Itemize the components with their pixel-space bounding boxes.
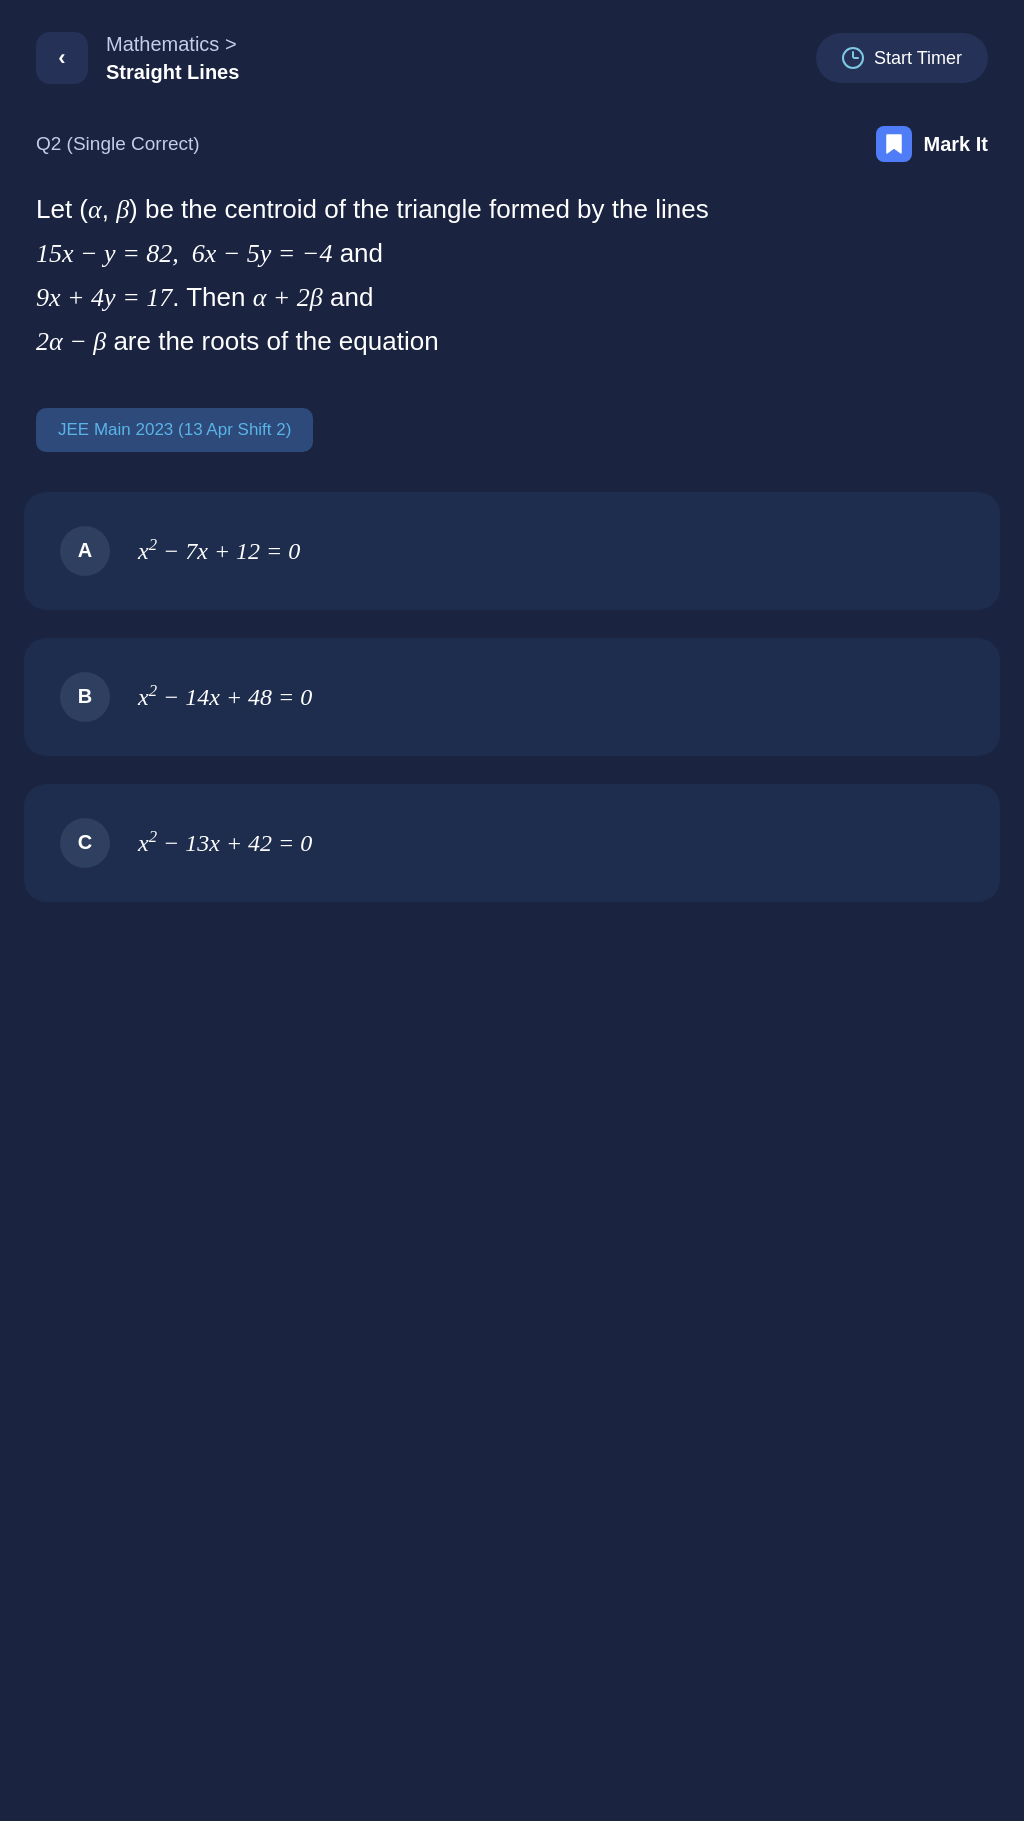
equation1: 15x − y = 82, 6x − 5y = −4 bbox=[36, 239, 332, 268]
question-body: Let (α, β) be the centroid of the triang… bbox=[0, 178, 1024, 388]
option-id-c: C bbox=[78, 831, 92, 854]
option-card-b[interactable]: B x2 − 14x + 48 = 0 bbox=[24, 638, 1000, 756]
option-id-b: B bbox=[78, 685, 92, 708]
breadcrumb-math: Mathematics > bbox=[106, 33, 237, 55]
tag-row: JEE Main 2023 (13 Apr Shift 2) bbox=[0, 388, 1024, 492]
alpha-symbol: α bbox=[88, 195, 102, 224]
mark-it-label: Mark It bbox=[924, 133, 988, 156]
question-text: Let (α, β) be the centroid of the triang… bbox=[36, 188, 988, 364]
header: ‹ Mathematics > Straight Lines Start Tim… bbox=[0, 0, 1024, 106]
option-content-b: x2 − 14x + 48 = 0 bbox=[138, 679, 312, 715]
option-card-c[interactable]: C x2 − 13x + 42 = 0 bbox=[24, 784, 1000, 902]
alpha-2beta: α + 2β bbox=[253, 283, 323, 312]
bookmark-icon bbox=[885, 133, 903, 155]
breadcrumb-line2: Straight Lines bbox=[106, 58, 239, 86]
back-icon: ‹ bbox=[58, 47, 65, 69]
header-left: ‹ Mathematics > Straight Lines bbox=[36, 30, 239, 86]
page-container: ‹ Mathematics > Straight Lines Start Tim… bbox=[0, 0, 1024, 942]
option-content-c: x2 − 13x + 42 = 0 bbox=[138, 825, 312, 861]
equation2: 9x + 4y = 17 bbox=[36, 283, 172, 312]
breadcrumb: Mathematics > Straight Lines bbox=[106, 30, 239, 86]
mark-it-button[interactable]: Mark It bbox=[876, 126, 988, 162]
option-label-c: C bbox=[60, 818, 110, 868]
beta-symbol: β bbox=[116, 195, 129, 224]
timer-label: Start Timer bbox=[874, 48, 962, 69]
option-label-a: A bbox=[60, 526, 110, 576]
question-meta: Q2 (Single Correct) Mark It bbox=[0, 106, 1024, 178]
breadcrumb-line1: Mathematics > bbox=[106, 30, 239, 58]
bookmark-icon-wrap bbox=[876, 126, 912, 162]
question-type-label: Q2 (Single Correct) bbox=[36, 133, 200, 155]
exam-tag: JEE Main 2023 (13 Apr Shift 2) bbox=[36, 408, 313, 452]
options-container: A x2 − 7x + 12 = 0 B x2 − 14x + 48 = 0 C… bbox=[0, 492, 1024, 942]
option-label-b: B bbox=[60, 672, 110, 722]
option-content-a: x2 − 7x + 12 = 0 bbox=[138, 533, 300, 569]
timer-icon bbox=[842, 47, 864, 69]
option-id-a: A bbox=[78, 539, 92, 562]
2alpha-beta: 2α − β bbox=[36, 327, 106, 356]
option-card-a[interactable]: A x2 − 7x + 12 = 0 bbox=[24, 492, 1000, 610]
breadcrumb-topic: Straight Lines bbox=[106, 61, 239, 83]
start-timer-button[interactable]: Start Timer bbox=[816, 33, 988, 83]
back-button[interactable]: ‹ bbox=[36, 32, 88, 84]
